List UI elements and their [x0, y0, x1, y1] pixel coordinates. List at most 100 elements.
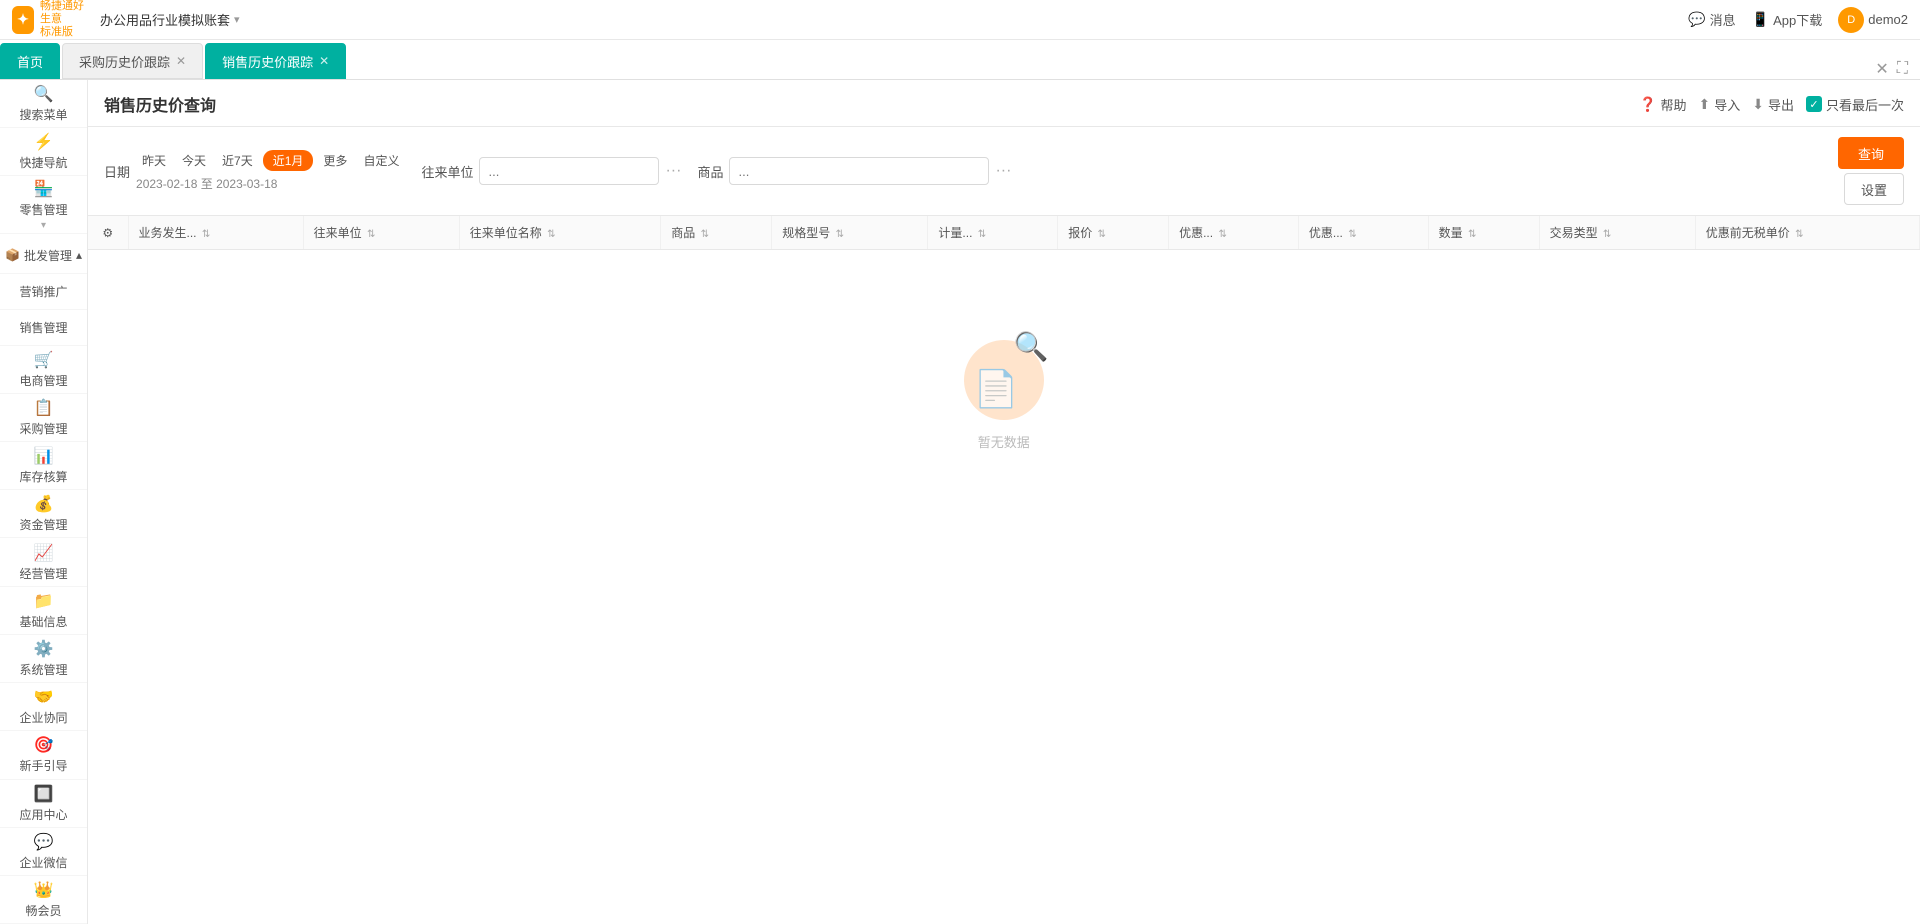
col-partner-code[interactable]: 往来单位 ⇅ — [303, 216, 459, 250]
basicinfo-icon: 📁 — [34, 591, 54, 611]
col-discount2[interactable]: 优惠... ⇅ — [1298, 216, 1428, 250]
date-btn-1month[interactable]: 近1月 — [263, 150, 314, 171]
tab-purchase[interactable]: 采购历史价跟踪 ✕ — [62, 43, 203, 79]
export-button[interactable]: ⬇ 导出 — [1752, 95, 1794, 114]
tab-sales-close[interactable]: ✕ — [319, 54, 329, 68]
workspace-selector[interactable]: 办公用品行业模拟账套 ▾ — [100, 10, 240, 29]
sort-icon-spec: ⇅ — [836, 229, 844, 240]
help-button[interactable]: ❓ 帮助 — [1639, 95, 1686, 114]
sidebar-item-wholesale[interactable]: 📦 批发管理 ▴ — [0, 234, 87, 274]
col-trade-type[interactable]: 交易类型 ⇅ — [1539, 216, 1695, 250]
tab-home-label: 首页 — [17, 52, 43, 71]
partner-picker-icon[interactable]: ··· — [665, 162, 681, 180]
partner-input[interactable] — [479, 157, 659, 185]
sidebar-item-enterprise[interactable]: 🤝 企业协同 — [0, 683, 87, 731]
sidebar-item-quicknav[interactable]: ⚡ 快捷导航 — [0, 128, 87, 176]
col-biz-date[interactable]: 业务发生... ⇅ — [128, 216, 303, 250]
magnify-icon: 🔍 — [1014, 330, 1049, 363]
messages-button[interactable]: 💬 消息 — [1688, 10, 1735, 29]
sidebar-item-ecommerce-label: 电商管理 — [19, 372, 67, 389]
sort-icon-qty: ⇅ — [1468, 229, 1476, 240]
avatar: D — [1838, 7, 1864, 33]
logo-icon: ✦ — [12, 6, 34, 34]
chevron-down-icon: ▾ — [234, 13, 240, 26]
sidebar-item-system[interactable]: ⚙️ 系统管理 — [0, 635, 87, 683]
date-btn-more[interactable]: 更多 — [317, 150, 353, 171]
app-download-button[interactable]: 📱 App下载 — [1752, 10, 1823, 29]
col-pretax-price[interactable]: 优惠前无税单价 ⇅ — [1695, 216, 1919, 250]
empty-doc-icon: 📄 — [974, 368, 1019, 410]
sort-icon-disc1: ⇅ — [1218, 229, 1226, 240]
import-icon: ⬆ — [1698, 96, 1710, 113]
sidebar-item-ecommerce[interactable]: 🛒 电商管理 — [0, 346, 87, 394]
product-picker-icon[interactable]: ··· — [995, 162, 1011, 180]
date-filter-group: 日期 昨天 今天 近7天 近1月 更多 自定义 2023-02-18 至 202… — [104, 150, 405, 192]
product-filter-group: 商品 ··· — [697, 157, 1011, 185]
sidebar-item-search[interactable]: 🔍 搜索菜单 — [0, 80, 87, 128]
date-filter-label: 日期 — [104, 162, 130, 181]
sidebar-item-apps-label: 应用中心 — [19, 806, 67, 823]
sidebar-item-purchase[interactable]: 📋 采购管理 — [0, 394, 87, 442]
sidebar-item-system-label: 系统管理 — [19, 661, 67, 678]
sidebar-item-newbie[interactable]: 🎯 新手引导 — [0, 731, 87, 779]
col-partner-name[interactable]: 往来单位名称 ⇅ — [459, 216, 661, 250]
chevron-right-icon: ▾ — [41, 220, 46, 231]
phone-icon: 📱 — [1752, 11, 1769, 28]
sort-icon-unit: ⇅ — [978, 229, 986, 240]
date-btn-7days[interactable]: 近7天 — [216, 150, 259, 171]
settings-button[interactable]: 设置 — [1844, 173, 1904, 205]
col-unit[interactable]: 计量... ⇅ — [928, 216, 1058, 250]
import-button[interactable]: ⬆ 导入 — [1698, 95, 1740, 114]
date-buttons: 昨天 今天 近7天 近1月 更多 自定义 — [136, 150, 405, 171]
expand-icon[interactable]: ⛶ — [1897, 60, 1908, 78]
user-area[interactable]: D demo2 — [1838, 7, 1908, 33]
sidebar-item-finance[interactable]: 💰 资金管理 — [0, 490, 87, 538]
col-quote[interactable]: 报价 ⇅ — [1058, 216, 1169, 250]
sidebar-item-salesmgmt[interactable]: 销售管理 — [0, 310, 87, 346]
tab-purchase-close[interactable]: ✕ — [176, 54, 186, 68]
message-icon: 💬 — [1688, 11, 1705, 28]
only-last-checkbox[interactable]: ✓ 只看最后一次 — [1806, 95, 1904, 114]
gear-icon[interactable]: ⚙ — [102, 226, 113, 240]
sidebar-item-operations[interactable]: 📈 经营管理 — [0, 538, 87, 586]
sidebar-item-apps[interactable]: 🔲 应用中心 — [0, 780, 87, 828]
date-range-text: 2023-02-18 至 2023-03-18 — [136, 175, 405, 192]
sidebar-item-basicinfo[interactable]: 📁 基础信息 — [0, 587, 87, 635]
sort-icon-partner: ⇅ — [367, 229, 375, 240]
col-product[interactable]: 商品 ⇅ — [661, 216, 772, 250]
data-table: ⚙ 业务发生... ⇅ 往来单位 ⇅ 往来单位名称 ⇅ — [88, 216, 1920, 531]
tab-home[interactable]: 首页 — [0, 43, 60, 79]
sidebar-item-marketing[interactable]: 营销推广 — [0, 274, 87, 310]
sidebar-item-purchase-label: 采购管理 — [19, 420, 67, 437]
col-discount1[interactable]: 优惠... ⇅ — [1169, 216, 1299, 250]
sidebar-item-retail[interactable]: 🏪 零售管理 ▾ — [0, 176, 87, 233]
tab-sales[interactable]: 销售历史价跟踪 ✕ — [205, 43, 346, 79]
member-icon: 👑 — [34, 880, 54, 900]
partner-filter-label: 往来单位 — [421, 162, 473, 181]
export-icon: ⬇ — [1752, 96, 1764, 113]
date-btn-custom[interactable]: 自定义 — [357, 150, 405, 171]
date-btn-today[interactable]: 今天 — [176, 150, 212, 171]
system-icon: ⚙️ — [34, 639, 54, 659]
close-tab-icon[interactable]: ✕ — [1875, 59, 1888, 79]
query-button[interactable]: 查询 — [1838, 137, 1904, 169]
enterprise-icon: 🤝 — [34, 687, 54, 707]
col-qty[interactable]: 数量 ⇅ — [1428, 216, 1539, 250]
sort-icon-disc2: ⇅ — [1348, 229, 1356, 240]
sidebar-item-inventory-label: 库存核算 — [19, 468, 67, 485]
sidebar-item-finance-label: 资金管理 — [19, 516, 67, 533]
empty-icon: 📄 🔍 — [959, 330, 1049, 420]
sidebar-item-wechat-label: 企业微信 — [19, 854, 67, 871]
sidebar-item-wechat[interactable]: 💬 企业微信 — [0, 828, 87, 876]
logo-text: 畅捷通好生意 标准版 — [40, 0, 92, 39]
lightning-icon: ⚡ — [34, 132, 54, 152]
partner-filter-group: 往来单位 ··· — [421, 157, 681, 185]
product-input[interactable] — [729, 157, 989, 185]
sort-icon-partnername: ⇅ — [547, 229, 555, 240]
inventory-icon: 📊 — [34, 446, 54, 466]
col-spec[interactable]: 规格型号 ⇅ — [772, 216, 928, 250]
sidebar-item-inventory[interactable]: 📊 库存核算 — [0, 442, 87, 490]
sidebar-item-member[interactable]: 👑 畅会员 — [0, 876, 87, 924]
date-btn-yesterday[interactable]: 昨天 — [136, 150, 172, 171]
page-header: 销售历史价查询 ❓ 帮助 ⬆ 导入 ⬇ 导出 ✓ — [88, 80, 1920, 127]
